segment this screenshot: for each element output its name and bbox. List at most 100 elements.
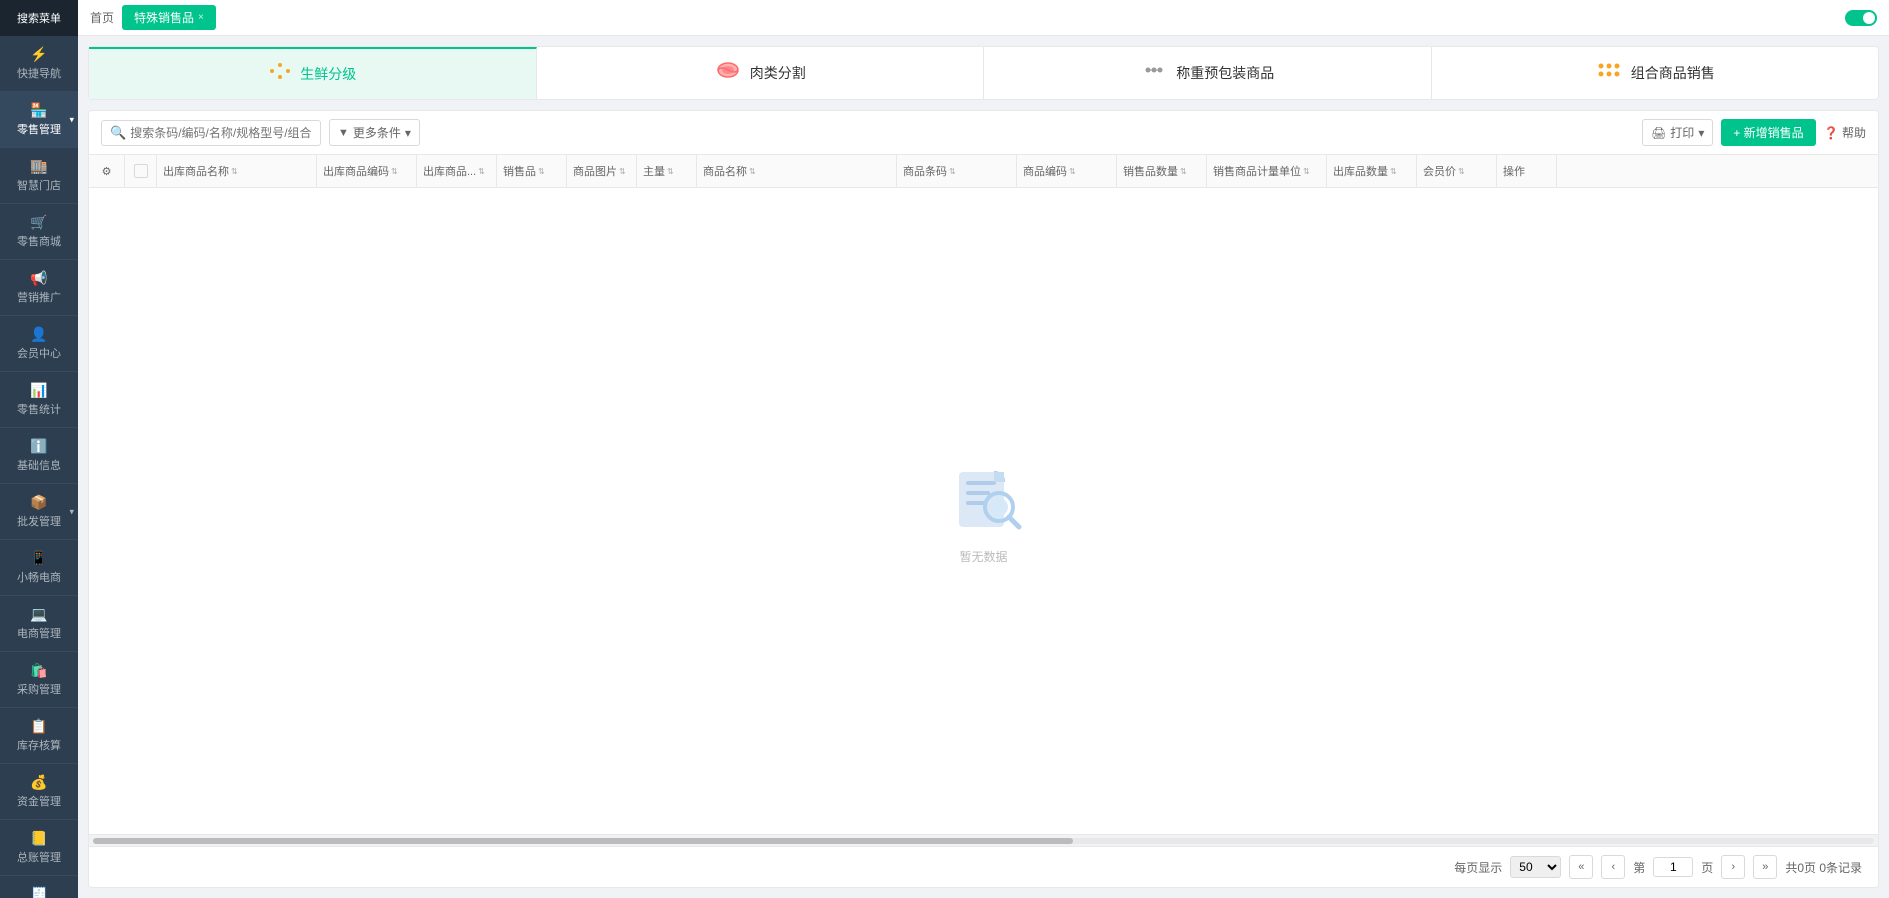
th-checkbox[interactable] <box>125 155 157 187</box>
topbar-tab-close[interactable]: × <box>198 12 204 23</box>
sort-goods-barcode[interactable]: ⇅ <box>949 167 956 176</box>
per-page-select[interactable]: 50 10 20 100 <box>1510 856 1561 878</box>
page-input[interactable] <box>1653 857 1693 877</box>
th-goods-img: 商品图片 ⇅ <box>567 155 637 187</box>
sidebar-item-retail-mgmt[interactable]: 🏪 零售管理 <box>0 92 78 148</box>
sidebar-item-purchase-mgmt[interactable]: 🛍️ 采购管理 <box>0 652 78 708</box>
sidebar-item-wholesale-mgmt[interactable]: 📦 批发管理 <box>0 484 78 540</box>
retail-mall-icon: 🛒 <box>30 214 47 231</box>
sidebar-item-retail-mall[interactable]: 🛒 零售商城 <box>0 204 78 260</box>
basic-info-icon: ℹ️ <box>30 438 47 455</box>
per-page-label: 每页显示 <box>1454 859 1502 876</box>
sort-member-price[interactable]: ⇅ <box>1458 167 1465 176</box>
scroll-track[interactable] <box>93 838 1874 844</box>
th-goods-code: 商品编码 ⇅ <box>1017 155 1117 187</box>
sidebar-item-inventory[interactable]: 📋 库存核算 <box>0 708 78 764</box>
prev-page-button[interactable]: ‹ <box>1601 855 1625 879</box>
print-button[interactable]: 🖨 打印 ▾ <box>1642 119 1713 146</box>
main-area: 首页 特殊销售品 × 生鲜分级 <box>78 0 1889 898</box>
cat-tab-meat-cut-label: 肉类分割 <box>750 63 806 83</box>
topbar-home[interactable]: 首页 <box>90 9 114 26</box>
th-sale-goods: 销售品 ⇅ <box>497 155 567 187</box>
sort-out-qty[interactable]: ⇅ <box>1390 167 1397 176</box>
sidebar-item-basic-info[interactable]: ℹ️ 基础信息 <box>0 428 78 484</box>
sort-goods-img[interactable]: ⇅ <box>619 167 626 176</box>
cat-tab-meat-cut[interactable]: 肉类分割 <box>537 47 985 99</box>
filter-icon: ▼ <box>338 127 349 139</box>
settings-icon: ⚙ <box>102 165 112 178</box>
sort-sale-goods[interactable]: ⇅ <box>538 167 545 176</box>
toolbar-right: 🖨 打印 ▾ + 新增销售品 ❓ 帮助 <box>1642 119 1866 146</box>
th-out-goods-name: 出库商品名称 ⇅ <box>157 155 317 187</box>
quick-nav-icon: ⚡ <box>30 46 47 63</box>
sidebar-logo: 搜索菜单 <box>0 0 78 36</box>
cat-tab-combo-sale[interactable]: 组合商品销售 <box>1432 47 1879 99</box>
th-main: 主量 ⇅ <box>637 155 697 187</box>
th-out-goods-spec: 出库商品... ⇅ <box>417 155 497 187</box>
finance-icon: 💰 <box>30 774 47 791</box>
sidebar-item-finance[interactable]: 💰 资金管理 <box>0 764 78 820</box>
sidebar-item-quick-nav[interactable]: ⚡ 快捷导航 <box>0 36 78 92</box>
page-prefix: 第 <box>1633 859 1645 876</box>
sidebar-item-member-center[interactable]: 👤 会员中心 <box>0 316 78 372</box>
sidebar-item-retail-stats[interactable]: 📊 零售统计 <box>0 372 78 428</box>
topbar-tab-label: 特殊销售品 <box>134 9 194 26</box>
first-page-button[interactable]: « <box>1569 855 1593 879</box>
th-member-price: 会员价 ⇅ <box>1417 155 1497 187</box>
horizontal-scrollbar[interactable] <box>89 834 1878 846</box>
sidebar-item-smart-store[interactable]: 🏬 智慧门店 <box>0 148 78 204</box>
ecommerce-mgmt-icon: 💻 <box>30 606 47 623</box>
th-goods-name: 商品名称 ⇅ <box>697 155 897 187</box>
cat-tab-fresh-grade-label: 生鲜分级 <box>300 64 356 84</box>
content-area: 生鲜分级 肉类分割 <box>78 36 1889 898</box>
sort-main[interactable]: ⇅ <box>667 167 674 176</box>
sort-goods-name[interactable]: ⇅ <box>749 167 756 176</box>
search-box[interactable]: 🔍 <box>101 120 321 146</box>
sales-promo-icon: 📢 <box>30 270 47 287</box>
scroll-thumb[interactable] <box>93 838 1073 844</box>
sort-sale-qty[interactable]: ⇅ <box>1180 167 1187 176</box>
sidebar-item-ledger[interactable]: 📒 总账管理 <box>0 820 78 876</box>
th-out-qty: 出库品数量 ⇅ <box>1327 155 1417 187</box>
topbar: 首页 特殊销售品 × <box>78 0 1889 36</box>
next-page-button[interactable]: › <box>1721 855 1745 879</box>
help-button[interactable]: ❓ 帮助 <box>1824 124 1866 141</box>
cat-tab-fresh-grade[interactable]: 生鲜分级 <box>89 47 537 99</box>
th-sale-qty: 销售品数量 ⇅ <box>1117 155 1207 187</box>
search-icon: 🔍 <box>110 125 126 141</box>
last-page-button[interactable]: » <box>1753 855 1777 879</box>
xiaocheng-icon: 📱 <box>30 550 47 567</box>
retail-stats-icon: 📊 <box>30 382 47 399</box>
search-input[interactable] <box>130 126 312 140</box>
sort-out-goods-spec[interactable]: ⇅ <box>478 167 485 176</box>
sidebar-item-sales-promo[interactable]: 📢 营销推广 <box>0 260 78 316</box>
sidebar-item-ecommerce-mgmt[interactable]: 💻 电商管理 <box>0 596 78 652</box>
sidebar-item-xiaocheng[interactable]: 📱 小畅电商 <box>0 540 78 596</box>
invoice-mgmt-icon: 🧾 <box>30 886 47 898</box>
new-sale-button[interactable]: + 新增销售品 <box>1721 119 1815 146</box>
topbar-toggle[interactable] <box>1845 10 1877 26</box>
select-all-checkbox[interactable] <box>134 164 148 178</box>
sort-out-goods-code[interactable]: ⇅ <box>391 167 398 176</box>
print-dropdown-icon: ▾ <box>1698 126 1704 140</box>
cat-tab-weight-pack-label: 称重预包装商品 <box>1176 63 1274 83</box>
sort-goods-code[interactable]: ⇅ <box>1069 167 1076 176</box>
cat-tab-weight-pack[interactable]: 称重预包装商品 <box>984 47 1432 99</box>
sort-sale-unit[interactable]: ⇅ <box>1303 167 1310 176</box>
table-header: ⚙ 出库商品名称 ⇅ 出库商品编码 ⇅ 出库商品... ⇅ <box>89 155 1878 188</box>
member-center-icon: 👤 <box>30 326 47 343</box>
topbar-tab-special-sales[interactable]: 特殊销售品 × <box>122 5 216 30</box>
smart-store-icon: 🏬 <box>30 158 47 175</box>
table-container: ⚙ 出库商品名称 ⇅ 出库商品编码 ⇅ 出库商品... ⇅ <box>88 154 1879 888</box>
th-settings[interactable]: ⚙ <box>89 155 125 187</box>
empty-illustration <box>939 457 1029 537</box>
filter-button[interactable]: ▼ 更多条件 ▾ <box>329 119 420 146</box>
inventory-icon: 📋 <box>30 718 47 735</box>
sort-out-goods-name[interactable]: ⇅ <box>231 167 238 176</box>
toolbar: 🔍 ▼ 更多条件 ▾ 🖨 打印 ▾ + 新增销售品 ❓ 帮助 <box>88 110 1879 154</box>
retail-mgmt-icon: 🏪 <box>30 102 47 119</box>
th-action: 操作 <box>1497 155 1557 187</box>
sidebar-item-invoice-mgmt[interactable]: 🧾 发票管理 <box>0 876 78 898</box>
print-icon: 🖨 <box>1651 126 1666 140</box>
weight-pack-icon <box>1140 60 1168 86</box>
